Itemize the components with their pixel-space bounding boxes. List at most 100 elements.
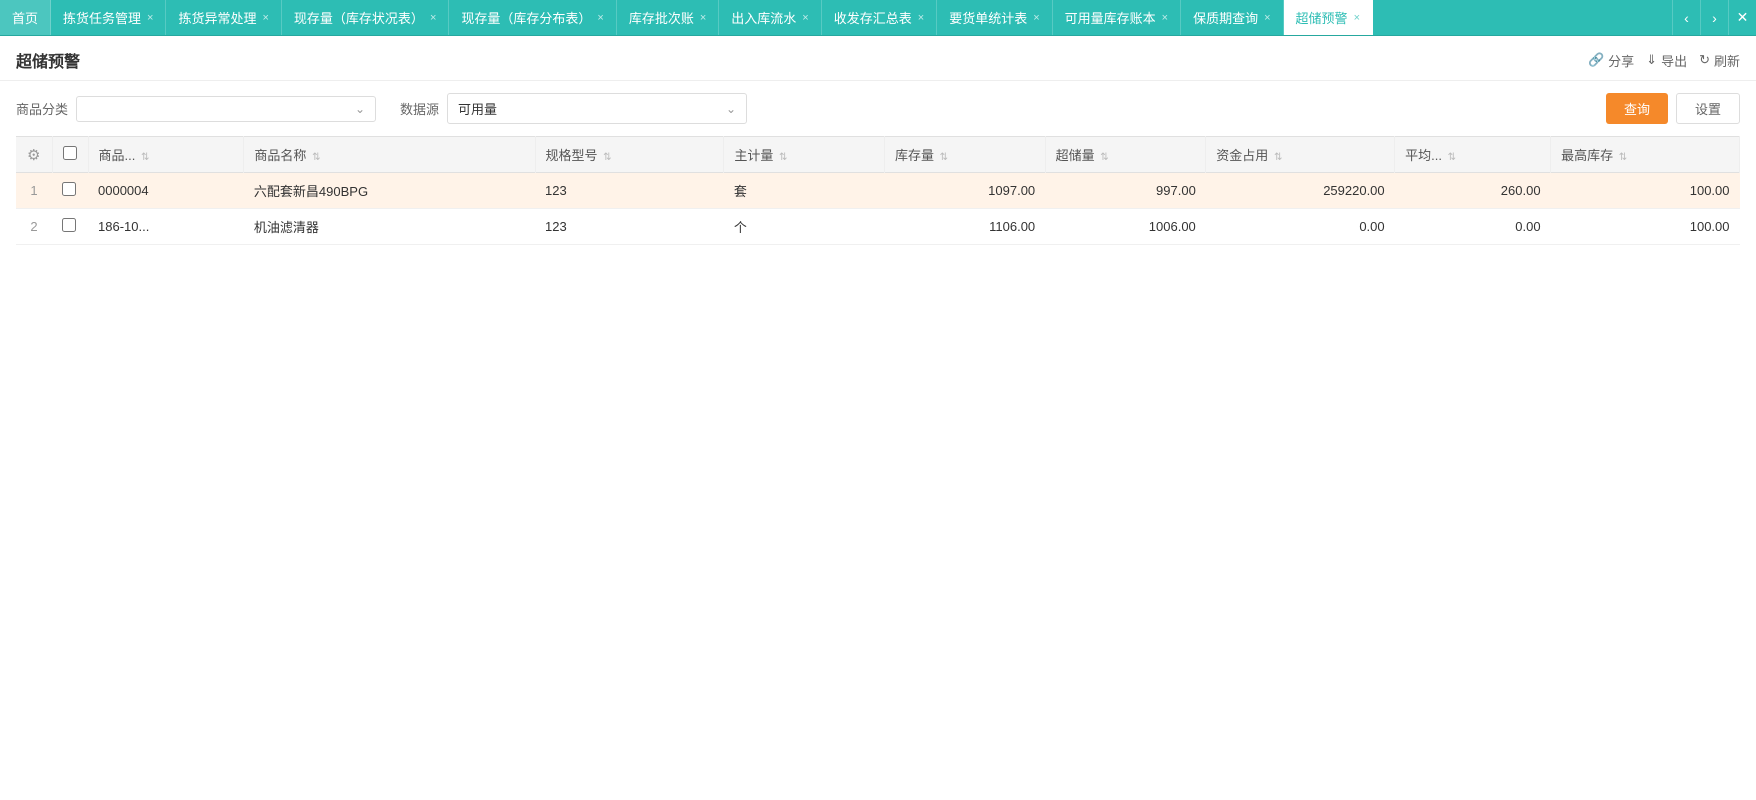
sort-icon-product-code: ⇅ [141,152,149,163]
nav-item-label-avail-ledger: 可用量库存账本 [1065,8,1156,27]
row-capital-cell-value: 259220.00 [1323,183,1384,198]
export-icon: ⇓ [1646,52,1657,68]
row-capital-cell: 259220.00 [1206,173,1395,209]
nav-item-order-stat[interactable]: 要货单统计表× [937,0,1052,35]
nav-item-close-stock-dist[interactable]: × [597,12,603,24]
col-product-name[interactable]: 商品名称 ⇅ [244,137,535,173]
row-capital-cell: 0.00 [1206,209,1395,245]
row-product-name-cell: 六配套新昌490BPG [244,173,535,209]
filter-buttons: 查询 设置 [1606,93,1740,124]
row-stock-qty-cell: 1097.00 [885,173,1046,209]
row-stock-qty-cell-value: 1106.00 [989,219,1035,234]
nav-item-stock-status[interactable]: 现存量（库存状况表） × [282,0,449,35]
nav-item-label-inout-flow: 出入库流水 [731,8,796,27]
row-spec-cell-value: 123 [545,219,567,234]
col-product-code[interactable]: 商品... ⇅ [88,137,244,173]
row-max-stock-cell-value: 100.00 [1690,183,1730,198]
col-capital[interactable]: 资金占用 ⇅ [1206,137,1395,173]
col-max-stock[interactable]: 最高库存 ⇅ [1551,137,1740,173]
nav-item-overstock[interactable]: 超储预警× [1284,0,1373,35]
nav-item-batch-ledger[interactable]: 库存批次账 × [617,0,719,35]
row-unit-cell-value: 套 [734,184,747,199]
query-button[interactable]: 查询 [1606,93,1668,124]
col-unit[interactable]: 主计量 ⇅ [724,137,885,173]
refresh-button[interactable]: ↻ 刷新 [1699,51,1740,70]
row-num-cell: 1 [16,173,52,209]
row-stock-qty-cell: 1106.00 [885,209,1046,245]
sort-icon-unit: ⇅ [779,152,787,163]
col-spec[interactable]: 规格型号 ⇅ [535,137,724,173]
row-product-name-cell-value: 机油滤清器 [254,220,319,235]
row-spec-cell-value: 123 [545,183,567,198]
nav-item-close-exception[interactable]: × [262,12,268,24]
nav-item-avail-ledger[interactable]: 可用量库存账本 × [1053,0,1181,35]
export-label: 导出 [1661,51,1687,70]
nav-item-task-mgmt[interactable]: 拣货任务管理 × [51,0,166,35]
row-spec-cell: 123 [535,173,724,209]
nav-item-close-quality[interactable]: × [1264,12,1270,24]
row-avg-cell-value: 0.00 [1515,219,1540,234]
row-product-name-cell: 机油滤清器 [244,209,535,245]
page-title: 超储预警 [16,48,80,72]
datasource-select[interactable]: 可用量 ⌄ [447,93,747,124]
row-product-code-cell: 186-10... [88,209,244,245]
header-actions: 🔗 分享 ⇓ 导出 ↻ 刷新 [1588,51,1740,70]
col-product-code-label: 商品... [99,148,136,163]
nav-arrow-right[interactable]: › [1700,0,1728,35]
nav-item-label-exception: 拣货异常处理 [178,8,256,27]
col-avg[interactable]: 平均... ⇅ [1395,137,1551,173]
nav-item-close-collect[interactable]: × [918,12,924,24]
datasource-label: 数据源 [400,99,439,118]
row-product-code-cell-value: 186-10... [98,219,149,234]
col-unit-label: 主计量 [734,148,773,163]
nav-item-exception[interactable]: 拣货异常处理 × [166,0,281,35]
nav-item-label-batch-ledger: 库存批次账 [629,8,694,27]
category-select[interactable]: ⌄ [76,96,376,122]
col-stock-qty[interactable]: 库存量 ⇅ [885,137,1046,173]
refresh-icon: ↻ [1699,52,1710,68]
share-button[interactable]: 🔗 分享 [1588,51,1634,70]
nav-arrow-close[interactable]: ✕ [1728,0,1756,35]
refresh-label: 刷新 [1714,51,1740,70]
col-overstock-qty-label: 超储量 [1056,148,1095,163]
col-max-stock-label: 最高库存 [1561,148,1613,163]
nav-item-label-home: 首页 [12,8,38,27]
nav-item-stock-dist[interactable]: 现存量（库存分布表） × [449,0,616,35]
row-checkbox-cell [52,209,88,245]
row-checkbox[interactable] [62,218,76,232]
nav-item-label-stock-status: 现存量（库存状况表） [294,8,424,27]
row-overstock-qty-cell: 1006.00 [1045,209,1206,245]
nav-item-close-stock-status[interactable]: × [430,12,436,24]
col-gear: ⚙ [16,137,52,173]
nav-arrow-left[interactable]: ‹ [1672,0,1700,35]
gear-settings-icon[interactable]: ⚙ [27,147,40,164]
select-all-checkbox[interactable] [63,146,77,160]
page-header: 超储预警 🔗 分享 ⇓ 导出 ↻ 刷新 [0,36,1756,81]
row-checkbox-cell [52,173,88,209]
nav-item-quality[interactable]: 保质期查询× [1181,0,1283,35]
row-product-code-cell-value: 0000004 [98,183,149,198]
nav-item-label-stock-dist: 现存量（库存分布表） [461,8,591,27]
nav-item-label-task-mgmt: 拣货任务管理 [63,8,141,27]
datasource-filter: 数据源 可用量 ⌄ [400,93,747,124]
nav-item-inout-flow[interactable]: 出入库流水 × [719,0,821,35]
row-checkbox[interactable] [62,182,76,196]
table-container: ⚙ 商品... ⇅ 商品名称 ⇅ 规格型号 ⇅ 主计量 [0,136,1756,245]
col-spec-label: 规格型号 [546,148,598,163]
nav-item-close-overstock[interactable]: × [1354,12,1360,24]
nav-item-home[interactable]: 首页 [0,0,51,35]
nav-item-close-inout-flow[interactable]: × [802,12,808,24]
row-unit-cell-value: 个 [734,220,747,235]
col-overstock-qty[interactable]: 超储量 ⇅ [1045,137,1206,173]
filter-area: 商品分类 ⌄ 数据源 可用量 ⌄ 查询 设置 [0,81,1756,136]
sort-icon-avg: ⇅ [1448,152,1456,163]
export-button[interactable]: ⇓ 导出 [1646,51,1687,70]
settings-button[interactable]: 设置 [1676,93,1740,124]
sort-icon-stock-qty: ⇅ [940,152,948,163]
nav-item-close-batch-ledger[interactable]: × [700,12,706,24]
nav-item-collect[interactable]: 收发存汇总表× [822,0,937,35]
nav-item-close-task-mgmt[interactable]: × [147,12,153,24]
nav-item-close-order-stat[interactable]: × [1033,12,1039,24]
row-overstock-qty-cell-value: 1006.00 [1149,219,1196,234]
nav-item-close-avail-ledger[interactable]: × [1162,12,1168,24]
